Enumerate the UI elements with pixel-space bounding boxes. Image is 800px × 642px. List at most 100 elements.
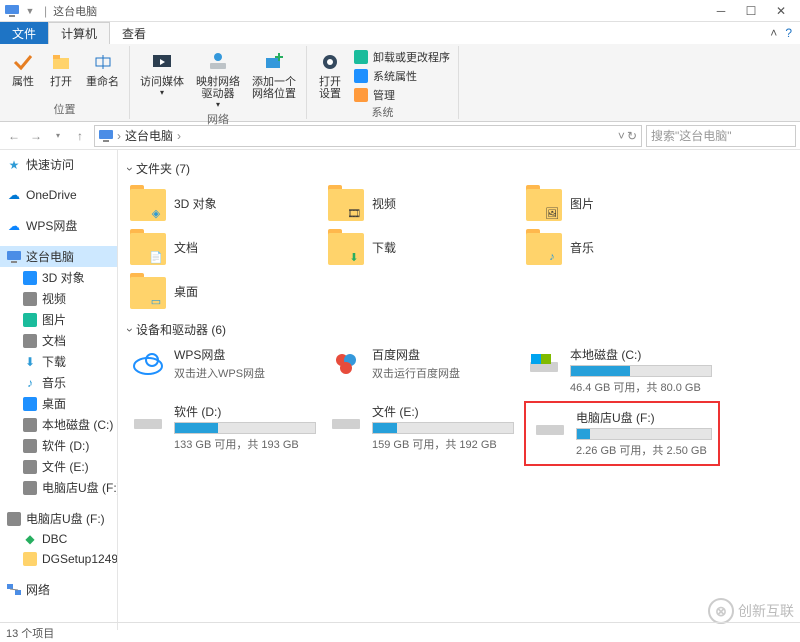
back-button[interactable]: ← [4, 126, 24, 146]
drive-usage-bar [174, 422, 316, 434]
sidebar-item-3dobj[interactable]: 3D 对象 [0, 267, 117, 288]
chevron-down-icon: ▾ [160, 88, 164, 97]
logo-icon: ⊗ [708, 598, 734, 624]
folder-video[interactable]: 🎞 视频 [326, 183, 516, 223]
sidebar-item-network[interactable]: 网络 [0, 579, 117, 600]
ribbon-group-network: 访问媒体 ▾ 映射网络 驱动器 ▾ 添加一个 网络位置 网络 [130, 46, 307, 119]
shield-icon [353, 87, 369, 103]
sidebar-item-downloads[interactable]: ⬇下载 [0, 351, 117, 372]
usb-icon [22, 480, 38, 496]
sidebar-item-files[interactable]: 文件 (E:) [0, 456, 117, 477]
sidebar-item-dbc[interactable]: ◆DBC [0, 529, 117, 549]
address-bar[interactable]: › 这台电脑 › ˅ ↻ [94, 125, 642, 147]
cloud-icon: ☁ [6, 218, 22, 234]
forward-button[interactable]: → [26, 126, 46, 146]
ribbon-help: ˄ ? [762, 22, 800, 44]
open-button[interactable]: 打开 [44, 48, 78, 90]
drive-e[interactable]: 文件 (E:) 159 GB 可用，共 192 GB [326, 401, 516, 466]
folder-3dobj[interactable]: ◈ 3D 对象 [128, 183, 318, 223]
folder-docs[interactable]: 📄 文档 [128, 227, 318, 267]
section-drives-header[interactable]: › 设备和驱动器 (6) [128, 321, 790, 338]
download-icon: ⬇ [22, 354, 38, 370]
drive-f-highlighted[interactable]: 电脑店U盘 (F:) 2.26 GB 可用，共 2.50 GB [524, 401, 720, 466]
uninstall-button[interactable]: 卸载或更改程序 [351, 48, 452, 66]
folder-desktop[interactable]: ▭ 桌面 [128, 271, 318, 311]
ribbon: 属性 打开 重命名 位置 访问媒体 [0, 44, 800, 122]
pc-icon [99, 130, 113, 142]
chevron-up-icon[interactable]: ˄ [770, 26, 777, 40]
breadcrumb-root[interactable]: 这台电脑 [125, 127, 173, 144]
add-netloc-button[interactable]: 添加一个 网络位置 [248, 48, 300, 102]
image-icon: 🖼 [543, 206, 561, 220]
sidebar-item-docs[interactable]: 文档 [0, 330, 117, 351]
film-icon: 🎞 [345, 206, 363, 220]
sidebar-item-usb1[interactable]: 电脑店U盘 (F:) [0, 477, 117, 498]
cube-icon [22, 270, 38, 286]
desktop-icon [22, 396, 38, 412]
search-input[interactable]: 搜索"这台电脑" [646, 125, 796, 147]
drive-baidu[interactable]: 百度网盘 双击运行百度网盘 [326, 344, 516, 397]
map-drive-button[interactable]: 映射网络 驱动器 ▾ [192, 48, 244, 111]
rename-icon [91, 50, 115, 74]
access-media-button[interactable]: 访问媒体 ▾ [136, 48, 188, 99]
star-icon: ★ [6, 157, 22, 173]
up-button[interactable]: ↑ [70, 126, 90, 146]
section-folders-header[interactable]: › 文件夹 (7) [128, 160, 790, 177]
addnet-icon [262, 50, 286, 74]
status-items: 13 个项目 [6, 625, 54, 641]
chevron-down-icon[interactable]: ▼ [22, 3, 38, 19]
sidebar-item-thispc[interactable]: 这台电脑 [0, 246, 117, 267]
manage-button[interactable]: 管理 [351, 86, 452, 104]
content-pane: › 文件夹 (7) ◈ 3D 对象 🎞 视频 🖼 图片 📄 文档 ⬇ 下载 [118, 150, 800, 630]
sidebar-item-wps[interactable]: ☁WPS网盘 [0, 215, 117, 236]
chevron-right-icon[interactable]: › [177, 129, 181, 143]
quick-access-toolbar: ▼ [4, 3, 38, 19]
drive-icon [22, 459, 38, 475]
chevron-right-icon[interactable]: › [117, 129, 121, 143]
sidebar-item-dgsetup[interactable]: DGSetup1249E [0, 549, 117, 569]
drive-wps[interactable]: WPS网盘 双击进入WPS网盘 [128, 344, 318, 397]
refresh-icon[interactable]: ↻ [627, 129, 637, 143]
folders-list: ◈ 3D 对象 🎞 视频 🖼 图片 📄 文档 ⬇ 下载 ♪ 音乐 [128, 183, 790, 311]
minimize-button[interactable]: ─ [706, 0, 736, 22]
drive-c[interactable]: 本地磁盘 (C:) 46.4 GB 可用，共 80.0 GB [524, 344, 714, 397]
drive-icon [22, 417, 38, 433]
drives-list: WPS网盘 双击进入WPS网盘 百度网盘 双击运行百度网盘 本地磁盘 (C:) … [128, 344, 790, 466]
chevron-down-icon: ▾ [216, 100, 220, 109]
window-title: 这台电脑 [53, 3, 97, 19]
ribbon-group-location: 属性 打开 重命名 位置 [0, 46, 130, 119]
chevron-down-icon[interactable]: ˅ [618, 129, 625, 143]
open-settings-button[interactable]: 打开 设置 [313, 48, 347, 102]
sidebar-item-sw[interactable]: 软件 (D:) [0, 435, 117, 456]
sidebar-item-onedrive[interactable]: ☁OneDrive [0, 185, 117, 205]
sidebar-item-desktop[interactable]: 桌面 [0, 393, 117, 414]
ribbon-tabs: 文件 计算机 查看 ˄ ? [0, 22, 800, 44]
close-button[interactable]: ✕ [766, 0, 796, 22]
music-icon: ♪ [22, 375, 38, 391]
navigation-pane: ★快速访问 ☁OneDrive ☁WPS网盘 这台电脑 3D 对象 视频 图片 … [0, 150, 118, 630]
sidebar-item-usb2[interactable]: 电脑店U盘 (F:) [0, 508, 117, 529]
tab-file[interactable]: 文件 [0, 22, 48, 44]
sidebar-item-quick[interactable]: ★快速访问 [0, 154, 117, 175]
rename-button[interactable]: 重命名 [82, 48, 123, 90]
properties-button[interactable]: 属性 [6, 48, 40, 90]
sidebar-item-localc[interactable]: 本地磁盘 (C:) [0, 414, 117, 435]
folder-music[interactable]: ♪ 音乐 [524, 227, 714, 267]
folder-pictures[interactable]: 🖼 图片 [524, 183, 714, 223]
help-icon[interactable]: ? [785, 26, 792, 40]
drive-icon [526, 346, 562, 382]
pc-icon [4, 3, 20, 19]
mapdrive-icon [206, 50, 230, 74]
sidebar-item-video[interactable]: 视频 [0, 288, 117, 309]
tab-computer[interactable]: 计算机 [48, 22, 110, 44]
tab-view[interactable]: 查看 [110, 22, 158, 44]
drive-d[interactable]: 软件 (D:) 133 GB 可用，共 193 GB [128, 401, 318, 466]
cloud-icon [130, 346, 166, 382]
drive-icon [22, 438, 38, 454]
sysprops-button[interactable]: 系统属性 [351, 67, 452, 85]
sidebar-item-pictures[interactable]: 图片 [0, 309, 117, 330]
maximize-button[interactable]: ☐ [736, 0, 766, 22]
sidebar-item-music[interactable]: ♪音乐 [0, 372, 117, 393]
recent-dropdown[interactable]: ▾ [48, 126, 68, 146]
folder-downloads[interactable]: ⬇ 下载 [326, 227, 516, 267]
